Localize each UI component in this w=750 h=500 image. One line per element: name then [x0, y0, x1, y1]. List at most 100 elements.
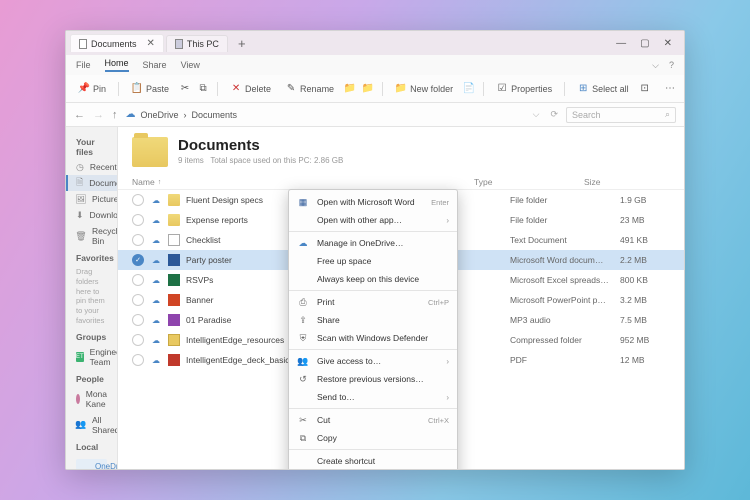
- move-icon[interactable]: 📁: [344, 83, 356, 95]
- ctx-send-to[interactable]: Send to…›: [289, 388, 457, 406]
- row-checkbox[interactable]: [132, 274, 144, 286]
- menu-share[interactable]: Share: [143, 60, 167, 70]
- rename-button[interactable]: ✎Rename: [281, 81, 338, 97]
- file-icon: [168, 194, 180, 206]
- select-all-button[interactable]: ⊞Select all: [573, 81, 633, 97]
- menu-home[interactable]: Home: [105, 58, 129, 72]
- file-size: 491 KB: [620, 235, 670, 245]
- onedrive-usage[interactable]: ☁OneDrive usage 96.3 GB used: [66, 454, 117, 470]
- file-size: 952 MB: [620, 335, 670, 345]
- sidebar-item-documents[interactable]: 🗎Documents: [66, 175, 117, 191]
- sidebar-item-pictures[interactable]: 🖼Pictures: [66, 191, 117, 207]
- cloud-status-icon: ☁: [150, 196, 162, 205]
- refresh-icon[interactable]: ⟳: [550, 109, 558, 120]
- maximize-icon[interactable]: ▢: [640, 38, 649, 49]
- ctx-restore[interactable]: ↺Restore previous versions…: [289, 370, 457, 388]
- window-controls: — ▢ ✕: [616, 38, 680, 49]
- ctx-always-keep[interactable]: Always keep on this device: [289, 270, 457, 288]
- menu-file[interactable]: File: [76, 60, 91, 70]
- new-folder-button[interactable]: 📁New folder: [391, 81, 457, 97]
- tab-documents[interactable]: Documents✕: [70, 34, 164, 52]
- ctx-open-word[interactable]: ▦Open with Microsoft WordEnter: [289, 193, 457, 211]
- sidebar-group-people: People: [66, 370, 117, 386]
- folder-header: Documents 9 items Total space used on th…: [118, 127, 684, 175]
- properties-icon: ☑: [496, 83, 508, 95]
- ctx-manage-onedrive[interactable]: ☁Manage in OneDrive…: [289, 234, 457, 252]
- breadcrumb[interactable]: ☁ OneDrive› Documents ⌵ ⟳: [126, 109, 559, 120]
- row-checkbox[interactable]: [132, 194, 144, 206]
- ctx-shortcut[interactable]: Create shortcut: [289, 452, 457, 469]
- document-icon: [79, 39, 87, 49]
- new-item-icon[interactable]: 📄: [463, 83, 475, 95]
- row-checkbox[interactable]: [132, 294, 144, 306]
- file-icon: [168, 314, 180, 326]
- row-checkbox[interactable]: [132, 314, 144, 326]
- paste-button[interactable]: 📋Paste: [127, 81, 173, 97]
- ctx-copy[interactable]: ⧉Copy: [289, 429, 457, 447]
- minimize-icon[interactable]: —: [616, 38, 626, 49]
- menu-view[interactable]: View: [181, 60, 200, 70]
- sidebar-item-downloads[interactable]: ⬇Downloads: [66, 207, 117, 223]
- cloud-status-icon: ☁: [150, 236, 162, 245]
- col-name[interactable]: Name ↑: [132, 177, 282, 187]
- sidebar-item-mona[interactable]: Mona Kane: [66, 386, 117, 412]
- tab-thispc[interactable]: This PC: [166, 35, 228, 52]
- more-icon[interactable]: ⋯: [664, 83, 676, 95]
- close-icon[interactable]: ✕: [147, 38, 155, 49]
- ctx-cut[interactable]: ✂CutCtrl+X: [289, 411, 457, 429]
- row-checkbox[interactable]: [132, 234, 144, 246]
- forward-icon[interactable]: →: [93, 109, 104, 121]
- ctx-free-up[interactable]: Free up space: [289, 252, 457, 270]
- file-size: 800 KB: [620, 275, 670, 285]
- back-icon[interactable]: ←: [74, 109, 85, 121]
- ctx-scan[interactable]: ⛨Scan with Windows Defender: [289, 329, 457, 347]
- chevron-down-icon[interactable]: ⌵: [533, 109, 540, 120]
- up-icon[interactable]: ↑: [112, 109, 118, 121]
- cloud-status-icon: ☁: [150, 356, 162, 365]
- team-icon: ET: [76, 352, 84, 362]
- document-icon: 🗎: [76, 178, 83, 188]
- cloud-icon: ☁: [81, 465, 91, 469]
- file-type: Text Document: [510, 235, 620, 245]
- delete-button[interactable]: ✕Delete: [226, 81, 275, 97]
- ctx-give-access[interactable]: 👥Give access to…›: [289, 352, 457, 370]
- sidebar-item-engteam[interactable]: ETEngineering Team: [66, 344, 117, 370]
- file-type: MP3 audio: [510, 315, 620, 325]
- sidebar-item-recent[interactable]: ◷Recent: [66, 159, 117, 175]
- copy-to-icon[interactable]: 📁: [362, 83, 374, 95]
- tab-label: This PC: [187, 39, 219, 49]
- row-checkbox[interactable]: [132, 354, 144, 366]
- trash-icon: 🗑: [76, 231, 86, 241]
- search-input[interactable]: Search⌕: [566, 107, 676, 123]
- page-title: Documents: [178, 137, 343, 154]
- share-icon: ⇪: [297, 314, 309, 326]
- file-size: 3.2 MB: [620, 295, 670, 305]
- row-checkbox[interactable]: ✓: [132, 254, 144, 266]
- folder-icon: [132, 137, 168, 167]
- ctx-print[interactable]: ⎙PrintCtrl+P: [289, 293, 457, 311]
- cloud-status-icon: ☁: [150, 256, 162, 265]
- ctx-open-other[interactable]: Open with other app…›: [289, 211, 457, 229]
- copy-icon[interactable]: ⧉: [197, 83, 209, 95]
- sidebar-item-allshared[interactable]: 👥All Shared: [66, 412, 117, 438]
- help-icon[interactable]: ?: [669, 60, 674, 71]
- crumb-root[interactable]: OneDrive: [141, 110, 179, 120]
- pin-button[interactable]: 📌Pin: [74, 81, 110, 97]
- row-checkbox[interactable]: [132, 334, 144, 346]
- properties-button[interactable]: ☑Properties: [492, 81, 556, 97]
- pc-icon: [175, 39, 183, 49]
- select-none-icon[interactable]: ⊡: [639, 83, 651, 95]
- new-tab-button[interactable]: +: [230, 36, 254, 51]
- download-icon: ⬇: [76, 210, 84, 220]
- crumb-path[interactable]: Documents: [192, 110, 238, 120]
- chevron-down-icon[interactable]: ⌵: [652, 60, 659, 71]
- ctx-share[interactable]: ⇪Share: [289, 311, 457, 329]
- row-checkbox[interactable]: [132, 214, 144, 226]
- titlebar: Documents✕ This PC + — ▢ ✕: [66, 31, 684, 55]
- shield-icon: ⛨: [297, 332, 309, 344]
- col-type[interactable]: Type: [474, 177, 584, 187]
- cut-icon[interactable]: ✂: [179, 83, 191, 95]
- col-size[interactable]: Size: [584, 177, 634, 187]
- sidebar-item-recycle[interactable]: 🗑Recycle Bin: [66, 223, 117, 249]
- close-icon[interactable]: ✕: [664, 38, 672, 49]
